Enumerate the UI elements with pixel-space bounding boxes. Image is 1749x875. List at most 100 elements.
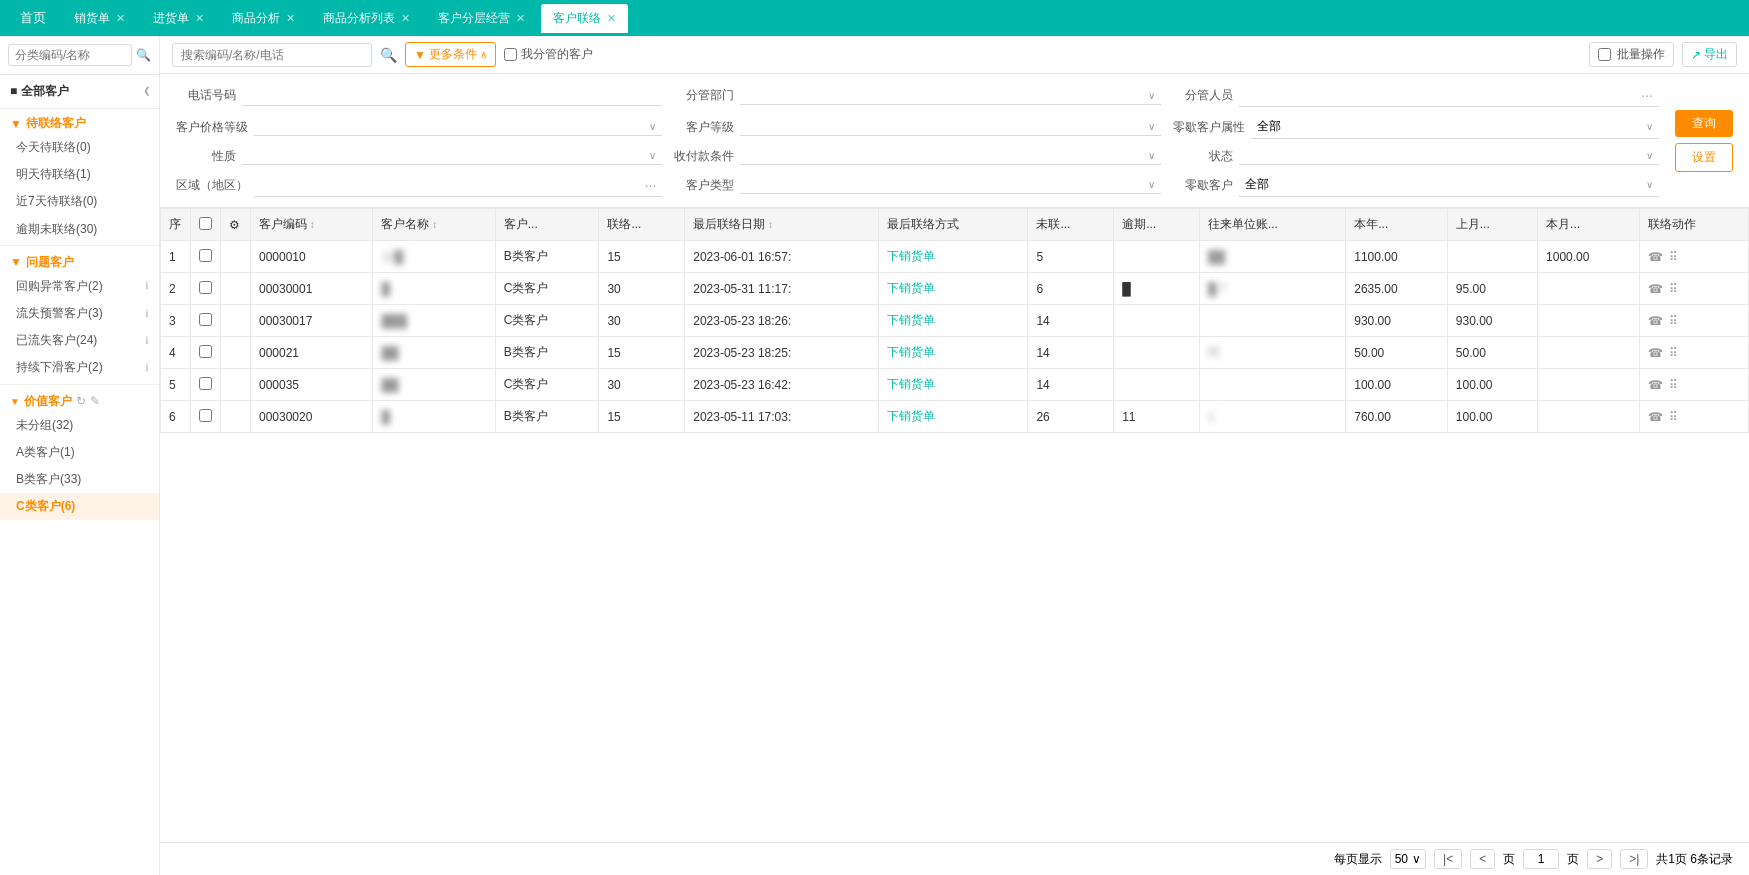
filter-region-dots[interactable]: ···: [645, 177, 657, 193]
cell-last-method[interactable]: 下销货单: [878, 401, 1028, 433]
cell-last-method[interactable]: 下销货单: [878, 273, 1028, 305]
refresh-icon[interactable]: ↻: [76, 394, 86, 408]
edit-icon[interactable]: ✎: [90, 394, 100, 408]
close-icon[interactable]: ✕: [286, 12, 295, 24]
my-customers-checkbox-input[interactable]: [504, 48, 517, 61]
cell-checkbox[interactable]: [191, 241, 221, 273]
filter-customer-grade-select[interactable]: ∨: [740, 118, 1160, 136]
sidebar-item-churned[interactable]: 已流失客户(24)ℹ: [0, 327, 159, 354]
collapse-icon[interactable]: 《: [139, 85, 149, 99]
info-icon[interactable]: ℹ: [145, 333, 149, 349]
grid-icon[interactable]: ⠿: [1669, 410, 1678, 424]
sidebar-item-7days[interactable]: 近7天待联络(0): [0, 188, 159, 215]
info-icon[interactable]: ℹ: [145, 278, 149, 294]
info-icon[interactable]: ℹ: [145, 306, 149, 322]
search-icon[interactable]: 🔍: [136, 48, 151, 62]
sidebar-item-typeC[interactable]: C类客户(6): [0, 493, 159, 520]
cell-action[interactable]: ☎ ⠿: [1639, 401, 1748, 433]
cell-action[interactable]: ☎ ⠿: [1639, 369, 1748, 401]
filter-more-button[interactable]: ▼ 更多条件 ∧: [405, 42, 496, 67]
nav-tab-productanalysislist[interactable]: 商品分析列表✕: [311, 4, 422, 33]
first-page-button[interactable]: |<: [1434, 849, 1462, 869]
grid-icon[interactable]: ⠿: [1669, 314, 1678, 328]
call-icon[interactable]: ☎: [1648, 410, 1663, 424]
call-icon[interactable]: ☎: [1648, 346, 1663, 360]
call-icon[interactable]: ☎: [1648, 250, 1663, 264]
grid-icon[interactable]: ⠿: [1669, 346, 1678, 360]
gear-icon[interactable]: ⚙: [229, 218, 240, 232]
grid-icon[interactable]: ⠿: [1669, 282, 1678, 296]
setup-button[interactable]: 设置: [1675, 143, 1733, 172]
cell-last-method[interactable]: 下销货单: [878, 369, 1028, 401]
cell-action[interactable]: ☎ ⠿: [1639, 241, 1748, 273]
main-search-input[interactable]: [172, 43, 372, 67]
col-code[interactable]: 客户编码: [251, 209, 373, 241]
col-checkbox[interactable]: [191, 209, 221, 241]
row-checkbox[interactable]: [199, 249, 212, 262]
query-button[interactable]: 查询: [1675, 110, 1733, 137]
cell-last-method[interactable]: 下销货单: [878, 337, 1028, 369]
cell-checkbox[interactable]: [191, 337, 221, 369]
sidebar-item-overdue[interactable]: 逾期未联络(30): [0, 216, 159, 243]
row-checkbox[interactable]: [199, 345, 212, 358]
row-checkbox[interactable]: [199, 313, 212, 326]
sidebar-item-unclassified[interactable]: 未分组(32): [0, 412, 159, 439]
method-link[interactable]: 下销货单: [887, 409, 935, 423]
cell-checkbox[interactable]: [191, 369, 221, 401]
filter-customer-type-select[interactable]: ∨: [740, 176, 1160, 194]
info-icon[interactable]: ℹ: [145, 360, 149, 376]
filter-nature-select[interactable]: ∨: [242, 147, 662, 165]
grid-icon[interactable]: ⠿: [1669, 378, 1678, 392]
nav-tab-customerlayer[interactable]: 客户分层经营✕: [426, 4, 537, 33]
select-all-checkbox[interactable]: [199, 217, 212, 230]
cell-action[interactable]: ☎ ⠿: [1639, 305, 1748, 337]
method-link[interactable]: 下销货单: [887, 345, 935, 359]
filter-phone-input[interactable]: [242, 85, 662, 106]
cell-action[interactable]: ☎ ⠿: [1639, 337, 1748, 369]
call-icon[interactable]: ☎: [1648, 314, 1663, 328]
batch-operation-button[interactable]: 批量操作: [1589, 42, 1674, 67]
next-page-button[interactable]: >: [1587, 849, 1612, 869]
method-link[interactable]: 下销货单: [887, 281, 935, 295]
sidebar-item-declining[interactable]: 持续下滑客户(2)ℹ: [0, 354, 159, 381]
filter-retail-attr-select[interactable]: 全部 ∨: [1251, 115, 1659, 139]
row-checkbox[interactable]: [199, 281, 212, 294]
call-icon[interactable]: ☎: [1648, 378, 1663, 392]
grid-icon[interactable]: ⠿: [1669, 250, 1678, 264]
sidebar-item-tomorrow[interactable]: 明天待联络(1): [0, 161, 159, 188]
export-button[interactable]: ↗ 导出: [1682, 42, 1737, 67]
page-number-input[interactable]: [1523, 849, 1559, 869]
row-checkbox[interactable]: [199, 409, 212, 422]
close-icon[interactable]: ✕: [195, 12, 204, 24]
last-page-button[interactable]: >|: [1620, 849, 1648, 869]
cell-checkbox[interactable]: [191, 273, 221, 305]
method-link[interactable]: 下销货单: [887, 313, 935, 327]
close-icon[interactable]: ✕: [516, 12, 525, 24]
nav-home[interactable]: 首页: [8, 3, 58, 33]
col-last-date[interactable]: 最后联络日期: [685, 209, 879, 241]
method-link[interactable]: 下销货单: [887, 249, 935, 263]
col-name[interactable]: 客户名称: [373, 209, 495, 241]
nav-tab-customercontact[interactable]: 客户联络✕: [541, 4, 628, 33]
filter-price-grade-select[interactable]: ∨: [254, 118, 662, 136]
filter-dept-select[interactable]: ∨: [740, 87, 1160, 105]
close-icon[interactable]: ✕: [401, 12, 410, 24]
method-link[interactable]: 下销货单: [887, 377, 935, 391]
search-button[interactable]: 🔍: [380, 47, 397, 63]
close-icon[interactable]: ✕: [607, 12, 616, 24]
sidebar-item-typeB[interactable]: B类客户(33): [0, 466, 159, 493]
sidebar-item-repurchase-abnormal[interactable]: 回购异常客户(2)ℹ: [0, 273, 159, 300]
sidebar-item-today[interactable]: 今天待联络(0): [0, 134, 159, 161]
filter-status-select[interactable]: ∨: [1239, 147, 1659, 165]
cell-last-method[interactable]: 下销货单: [878, 241, 1028, 273]
call-icon[interactable]: ☎: [1648, 282, 1663, 296]
cell-checkbox[interactable]: [191, 401, 221, 433]
sidebar-item-churn-warning[interactable]: 流失预警客户(3)ℹ: [0, 300, 159, 327]
filter-person-dots[interactable]: ···: [1641, 87, 1653, 103]
cell-last-method[interactable]: 下销货单: [878, 305, 1028, 337]
nav-tab-productanalysis[interactable]: 商品分析✕: [220, 4, 307, 33]
filter-retail-customer-select[interactable]: 全部 ∨: [1239, 173, 1659, 197]
row-checkbox[interactable]: [199, 377, 212, 390]
prev-page-button[interactable]: <: [1470, 849, 1495, 869]
sidebar-search-input[interactable]: [8, 44, 132, 66]
